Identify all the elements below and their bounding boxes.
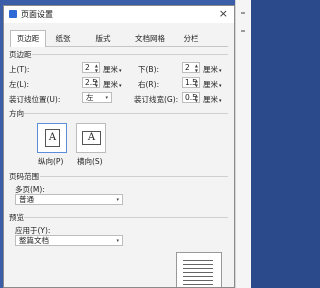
tab-bar: 页边距 纸张 版式 文档网格 分栏 (10, 30, 228, 47)
portrait-button[interactable]: A (37, 123, 67, 153)
orientation-section-title: 方向 (9, 109, 24, 118)
left-margin-label: 左(L): (9, 80, 30, 89)
margins-section-title: 页边距 (9, 50, 32, 59)
top-margin-unit[interactable]: 厘米▾ (103, 64, 122, 75)
preview-section-title: 预览 (9, 213, 24, 222)
portrait-label: 纵向(P) (38, 157, 64, 166)
side-panel (235, 0, 251, 288)
gutter-width-unit[interactable]: 厘米▾ (203, 94, 222, 105)
landscape-label: 横向(S) (77, 157, 103, 166)
landscape-page-icon: A (82, 131, 101, 145)
tab-paper[interactable]: 纸张 (48, 31, 78, 46)
top-margin-label: 上(T): (9, 65, 30, 74)
right-margin-input[interactable]: 1.5 ▲ ▼ (182, 77, 200, 88)
page-preview (176, 252, 222, 287)
tab-layout[interactable]: 版式 (88, 31, 118, 46)
right-margin-label: 右(R): (138, 80, 160, 89)
title-bar: 页面设置 × (4, 6, 234, 23)
tab-margins[interactable]: 页边距 (10, 30, 46, 47)
top-margin-input[interactable]: 2 ▲ ▼ (82, 62, 100, 73)
apply-to-select[interactable]: 整篇文档 ▾ (15, 235, 123, 246)
divider (24, 217, 228, 218)
dialog-title: 页面设置 (21, 10, 53, 19)
bottom-margin-label: 下(B): (138, 65, 160, 74)
pages-section-title: 页码范围 (9, 172, 39, 181)
bottom-margin-unit[interactable]: 厘米▾ (203, 64, 222, 75)
tab-columns[interactable]: 分栏 (176, 31, 206, 46)
tool-icon[interactable] (241, 30, 245, 32)
right-margin-unit[interactable]: 厘米▾ (203, 79, 222, 90)
portrait-page-icon: A (45, 129, 60, 147)
left-margin-unit[interactable]: 厘米▾ (103, 79, 122, 90)
tab-doc-grid[interactable]: 文档网格 (128, 31, 172, 46)
multiple-pages-select[interactable]: 普通 ▾ (15, 194, 123, 205)
landscape-button[interactable]: A (76, 123, 106, 153)
gutter-position-label: 装订线位置(U): (9, 95, 61, 104)
gutter-position-select[interactable]: 左 ▾ (82, 92, 112, 103)
divider (40, 176, 228, 177)
page-setup-dialog: 页面设置 × 页边距 纸张 版式 文档网格 分栏 页边距 上(T): 2 ▲ ▼ 厘… (3, 5, 235, 288)
bottom-margin-input[interactable]: 2 ▲ ▼ (182, 62, 200, 73)
close-icon[interactable]: × (219, 7, 228, 20)
app-icon (9, 10, 17, 18)
divider (24, 113, 228, 114)
divider (32, 54, 228, 55)
gutter-width-label: 装订线宽(G): (134, 95, 179, 104)
left-margin-input[interactable]: 2.5 ▲ ▼ (82, 77, 100, 88)
gutter-width-input[interactable]: 0.5 ▲ ▼ (182, 92, 200, 103)
collapse-icon[interactable] (241, 12, 245, 14)
